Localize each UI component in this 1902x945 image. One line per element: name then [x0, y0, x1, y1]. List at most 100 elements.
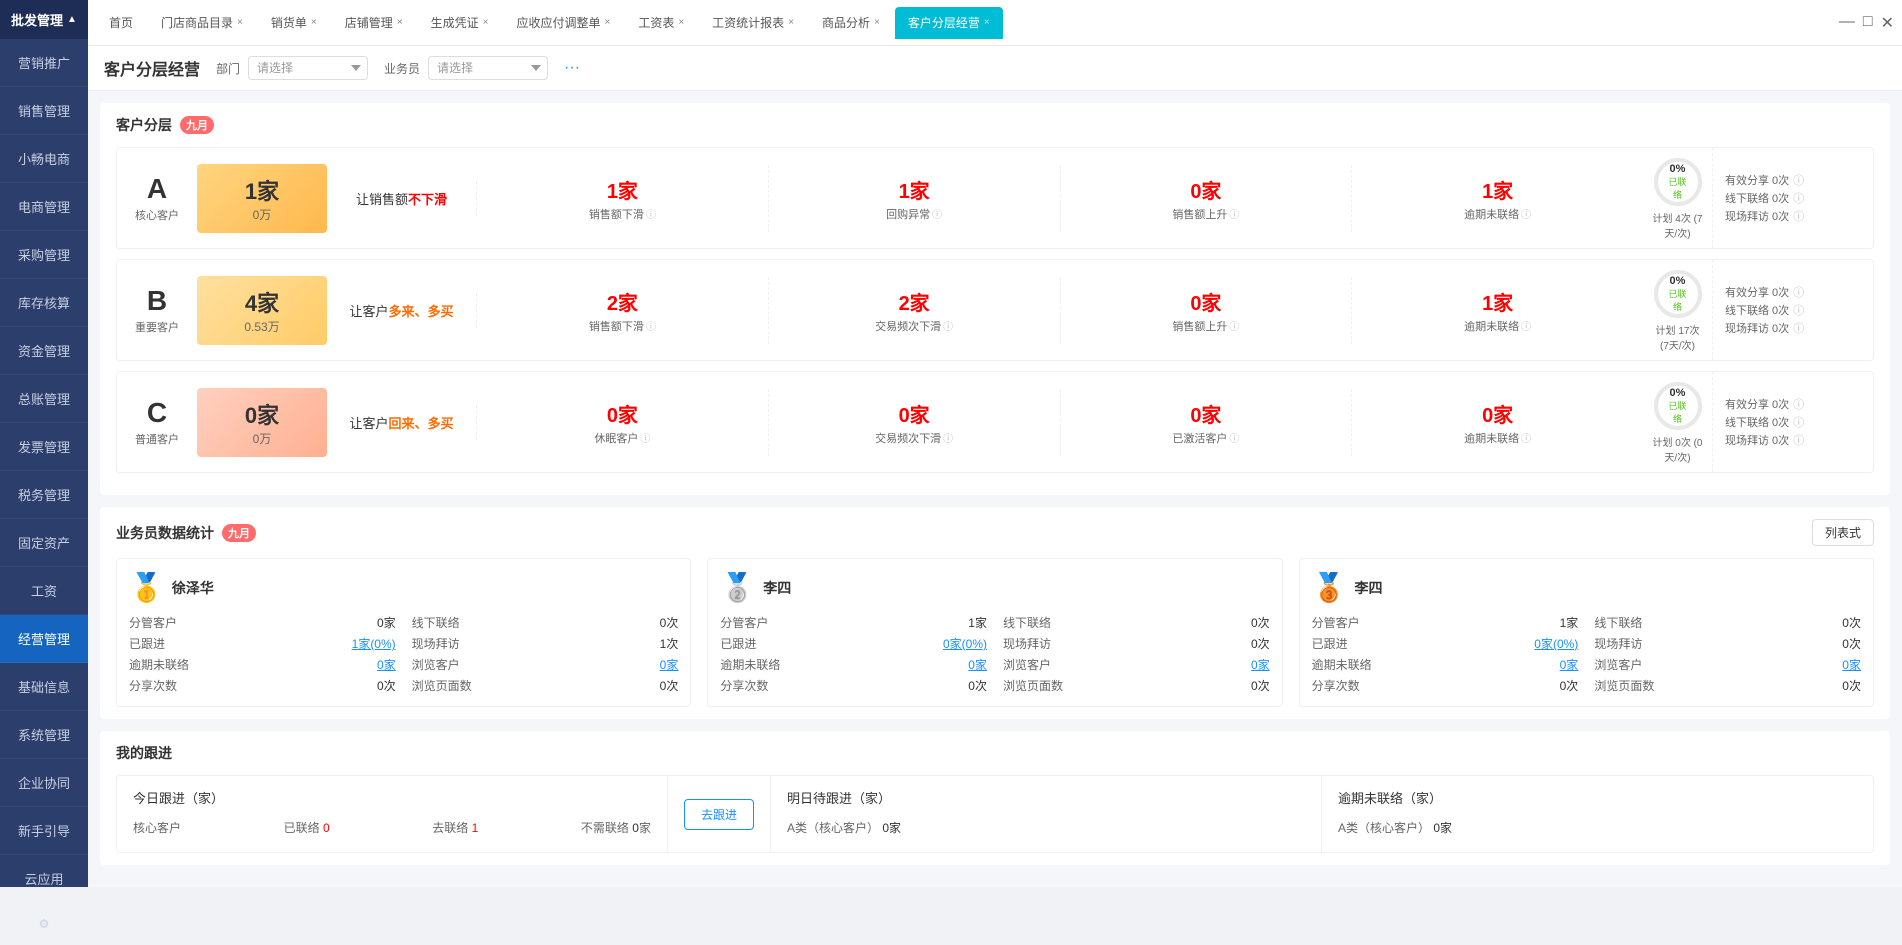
staff-label: 业务员 — [384, 60, 420, 77]
right-metric-item: 线下联络 0次 ⓘ — [1725, 414, 1861, 430]
sidebar-item-电商管理[interactable]: 电商管理 — [0, 183, 88, 231]
tab-close-icon[interactable]: × — [483, 17, 489, 28]
overdue-tier-a-val: 0家 — [1433, 821, 1452, 835]
window-minimize-icon[interactable]: — — [1839, 13, 1855, 33]
tab-close-icon[interactable]: × — [984, 17, 990, 28]
sidebar-item-固定资产[interactable]: 固定资产 — [0, 519, 88, 567]
overdue-content: A类（核心客户） 0家 — [1338, 819, 1857, 836]
customer-section-title: 客户分层 九月 — [116, 115, 1874, 135]
staff-stat-label: 逾期未联络 — [1312, 656, 1372, 673]
staff-stat-label: 浏览页面数 — [412, 677, 472, 694]
sidebar-item-工资[interactable]: 工资 — [0, 567, 88, 615]
tab-工资统计报表[interactable]: 工资统计报表× — [699, 7, 807, 39]
staff-stat-label: 已跟进 — [720, 635, 756, 652]
staff-stat-value[interactable]: 0家(0%) — [1534, 635, 1578, 652]
staff-stat-value: 1家 — [968, 614, 987, 631]
tab-close-icon[interactable]: × — [237, 17, 243, 28]
staff-medal-icon: 🥈 — [720, 571, 755, 604]
staff-stat-row: 分享次数0次 — [720, 677, 987, 694]
tier-right-metrics-c: 有效分享 0次 ⓘ线下联络 0次 ⓘ现场拜访 0次 ⓘ — [1713, 388, 1873, 456]
sidebar-item-采购管理[interactable]: 采购管理 — [0, 231, 88, 279]
window-maximize-icon[interactable]: □ — [1863, 13, 1873, 33]
tier-metrics-c: 0家休眠客户 ⓘ0家交易频次下滑 ⓘ0家已激活客户 ⓘ0家逾期未联络 ⓘ — [477, 389, 1643, 456]
sidebar-item-企业协同[interactable]: 企业协同 — [0, 759, 88, 807]
staff-stat-label: 分管客户 — [1312, 614, 1360, 631]
tier-a-val: 0家 — [882, 821, 901, 835]
sidebar-item-经营管理[interactable]: 经营管理 — [0, 615, 88, 663]
tab-客户分层经营[interactable]: 客户分层经营× — [895, 7, 1003, 39]
sidebar-item-营销推广[interactable]: 营销推广 — [0, 39, 88, 87]
staff-stat-value: 1家 — [1560, 614, 1579, 631]
dept-select[interactable]: 请选择 — [248, 56, 368, 80]
staff-stat-label: 浏览客户 — [1003, 656, 1051, 673]
tab-生成凭证[interactable]: 生成凭证× — [418, 7, 502, 39]
staff-stat-value[interactable]: 0家 — [1251, 656, 1270, 673]
staff-stat-row: 逾期未联络0家 — [720, 656, 987, 673]
sidebar-item-销售管理[interactable]: 销售管理 — [0, 87, 88, 135]
tab-close-icon[interactable]: × — [311, 17, 317, 28]
right-metric-item: 现场拜访 0次 ⓘ — [1725, 432, 1861, 448]
staff-stat-label: 分享次数 — [720, 677, 768, 694]
right-metric-item: 有效分享 0次 ⓘ — [1725, 172, 1861, 188]
sidebar-item-基础信息[interactable]: 基础信息 — [0, 663, 88, 711]
staff-stat-value[interactable]: 0家(0%) — [943, 635, 987, 652]
staff-stat-row: 分享次数0次 — [129, 677, 396, 694]
staff-stat-row: 浏览页面数0次 — [1594, 677, 1861, 694]
biz-title: 业务员数据统计 九月 — [116, 523, 256, 543]
sidebar-item-资金管理[interactable]: 资金管理 — [0, 327, 88, 375]
tab-close-icon[interactable]: × — [604, 17, 610, 28]
sidebar-item-库存核算[interactable]: 库存核算 — [0, 279, 88, 327]
overdue-col: 逾期未联络（家） A类（核心客户） 0家 — [1322, 776, 1873, 852]
sidebar-settings[interactable]: ⚙ — [0, 903, 88, 945]
staff-stat-label: 逾期未联络 — [129, 656, 189, 673]
staff-stat-value[interactable]: 0家 — [660, 656, 679, 673]
customer-section: 客户分层 九月 A核心客户1家0万让销售额不下滑1家销售额下滑 ⓘ1家回购异常 … — [100, 103, 1890, 495]
tab-商品分析[interactable]: 商品分析× — [809, 7, 893, 39]
staff-stat-row: 现场拜访0次 — [1003, 635, 1270, 652]
biz-section: 业务员数据统计 九月 列表式 🥇徐泽华分管客户0家线下联络0次已跟进1家(0%)… — [100, 507, 1890, 719]
sidebar-item-总账管理[interactable]: 总账管理 — [0, 375, 88, 423]
staff-select[interactable]: 请选择 — [428, 56, 548, 80]
tier-metrics-a: 1家销售额下滑 ⓘ1家回购异常 ⓘ0家销售额上升 ⓘ1家逾期未联络 ⓘ — [477, 165, 1643, 232]
staff-stat-value[interactable]: 0家 — [1842, 656, 1861, 673]
tab-close-icon[interactable]: × — [874, 17, 880, 28]
sidebar-item-系统管理[interactable]: 系统管理 — [0, 711, 88, 759]
window-close-icon[interactable]: ✕ — [1881, 13, 1894, 33]
tab-店铺管理[interactable]: 店铺管理× — [332, 7, 416, 39]
go-followup-button[interactable]: 去跟进 — [684, 799, 754, 830]
metric-item: 0家交易频次下滑 ⓘ — [769, 389, 1061, 456]
tab-应收应付调整单[interactable]: 应收应付调整单× — [503, 7, 623, 39]
tab-close-icon[interactable]: × — [397, 17, 403, 28]
tomorrow-followup-label: 明日待跟进（家） — [787, 788, 1305, 807]
tab-首页[interactable]: 首页 — [96, 7, 146, 39]
staff-stat-label: 现场拜访 — [1003, 635, 1051, 652]
staff-stat-row: 分管客户1家 — [720, 614, 987, 631]
tab-工资表[interactable]: 工资表× — [625, 7, 697, 39]
list-view-button[interactable]: 列表式 — [1812, 519, 1874, 546]
tier-row-b: B重要客户4家0.53万让客户多来、多买2家销售额下滑 ⓘ2家交易频次下滑 ⓘ0… — [116, 259, 1874, 361]
main-area: 首页门店商品目录×销货单×店铺管理×生成凭证×应收应付调整单×工资表×工资统计报… — [88, 0, 1902, 887]
core-label: 核心客户 — [133, 819, 181, 836]
tab-close-icon[interactable]: × — [788, 17, 794, 28]
staff-stat-value[interactable]: 0家 — [377, 656, 396, 673]
staff-stat-value[interactable]: 1家(0%) — [352, 635, 396, 652]
followup-title: 我的跟进 — [116, 743, 1874, 763]
sidebar-item-税务管理[interactable]: 税务管理 — [0, 471, 88, 519]
tab-门店商品目录[interactable]: 门店商品目录× — [148, 7, 256, 39]
staff-stat-value: 0次 — [377, 677, 396, 694]
sidebar-header[interactable]: 批发管理 ▲ — [0, 0, 88, 39]
staff-stat-row: 浏览页面数0次 — [412, 677, 679, 694]
filter-more-icon[interactable]: ··· — [564, 59, 580, 77]
tab-销货单[interactable]: 销货单× — [258, 7, 330, 39]
page-header: 客户分层经营 部门 请选择 业务员 请选择 ··· — [88, 46, 1902, 91]
sidebar-item-发票管理[interactable]: 发票管理 — [0, 423, 88, 471]
staff-stat-row: 分管客户 1家 — [1312, 614, 1579, 631]
sidebar-item-小畅电商[interactable]: 小畅电商 — [0, 135, 88, 183]
tier-metrics-b: 2家销售额下滑 ⓘ2家交易频次下滑 ⓘ0家销售额上升 ⓘ1家逾期未联络 ⓘ — [477, 277, 1643, 344]
staff-stat-value[interactable]: 0家 — [968, 656, 987, 673]
sidebar-item-新手引导[interactable]: 新手引导 — [0, 807, 88, 855]
staff-stat-value[interactable]: 0家 — [1560, 656, 1579, 673]
sidebar-item-云应用[interactable]: 云应用 — [0, 855, 88, 903]
tomorrow-followup-content: A类（核心客户） 0家 — [787, 819, 1305, 836]
tab-close-icon[interactable]: × — [678, 17, 684, 28]
